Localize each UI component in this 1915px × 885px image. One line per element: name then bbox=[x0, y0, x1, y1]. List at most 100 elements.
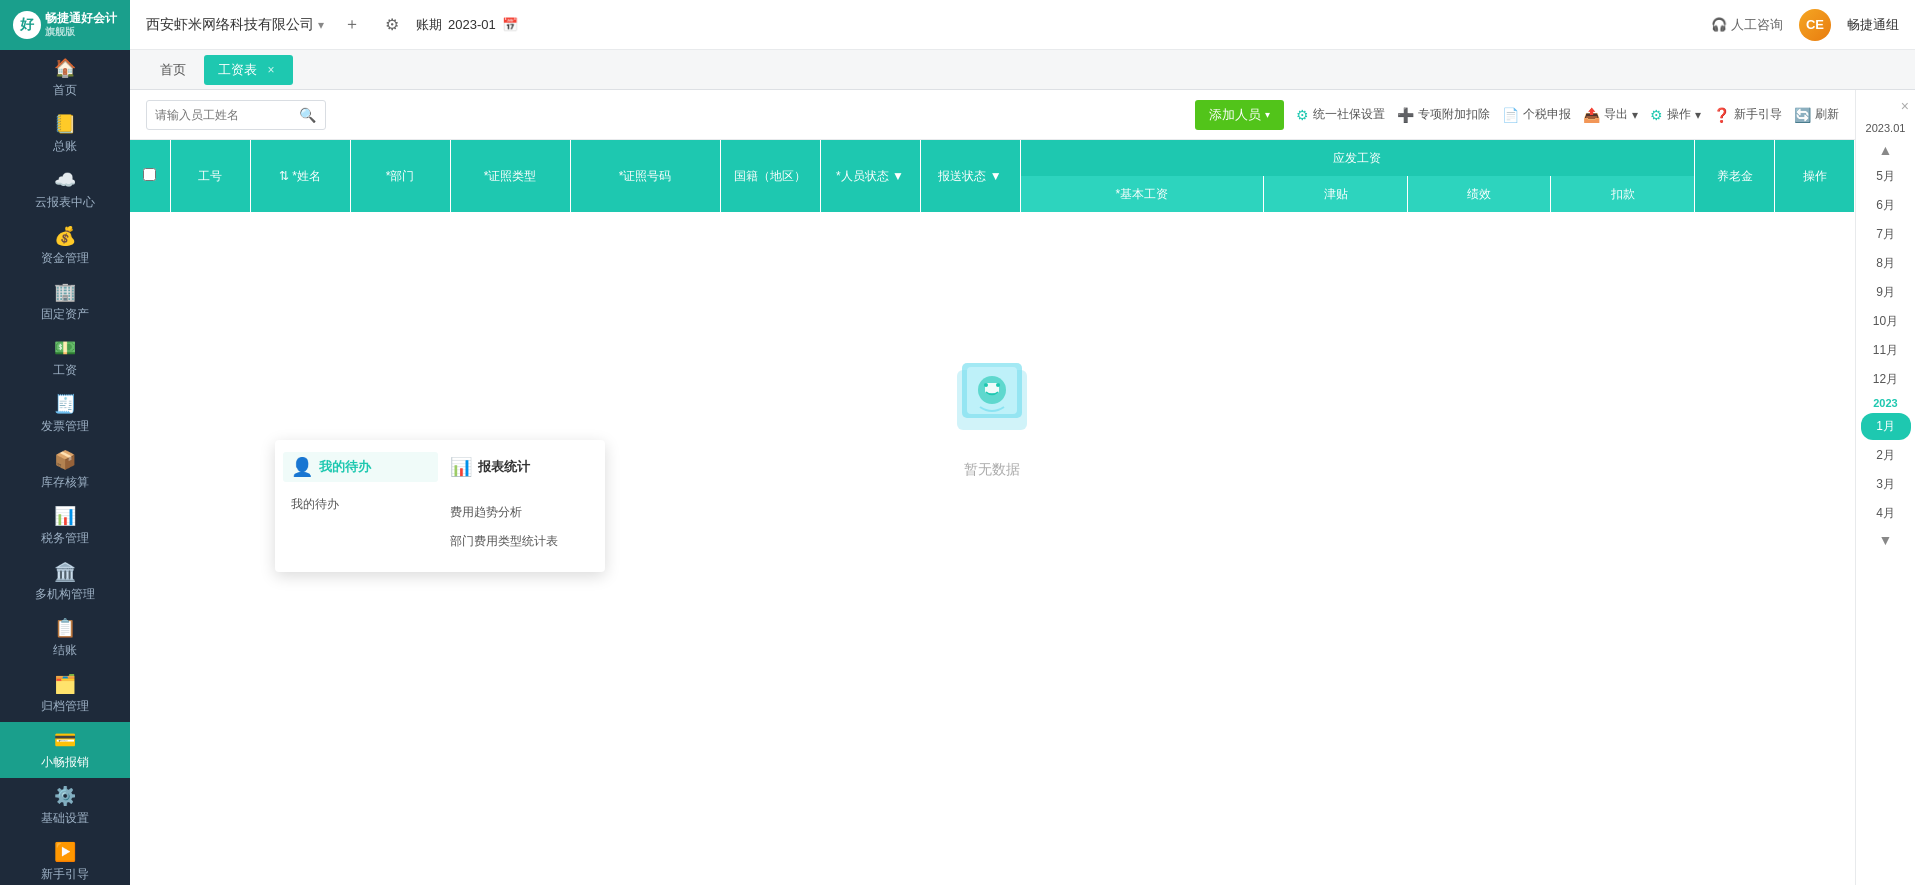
tab-home[interactable]: 首页 bbox=[146, 55, 200, 85]
th-status: *人员状态 ▼ bbox=[820, 140, 920, 212]
logo-icon: 好 bbox=[13, 11, 41, 39]
sidebar-item-tax[interactable]: 📊 税务管理 bbox=[0, 498, 130, 554]
user-avatar[interactable]: CE bbox=[1799, 9, 1831, 41]
guide-action[interactable]: ❓ 新手引导 bbox=[1713, 106, 1782, 123]
add-person-button[interactable]: 添加人员 ▾ bbox=[1195, 100, 1284, 130]
th-bonus: 绩效 bbox=[1407, 176, 1551, 212]
sidebar-item-invoice[interactable]: 🧾 发票管理 bbox=[0, 386, 130, 442]
topbar-right: 🎧 人工咨询 CE 畅捷通组 bbox=[1711, 9, 1899, 41]
sidebar-item-label: 首页 bbox=[53, 82, 77, 99]
sidebar-item-label: 小畅报销 bbox=[41, 754, 89, 771]
sidebar-item-label: 多机构管理 bbox=[35, 586, 95, 603]
calendar-icon[interactable]: 📅 bbox=[502, 17, 518, 32]
th-deduct: 扣款 bbox=[1551, 176, 1695, 212]
assets-icon: 🏢 bbox=[54, 281, 76, 303]
cal-month-5[interactable]: 5月 bbox=[1861, 163, 1911, 190]
cal-month-6[interactable]: 6月 bbox=[1861, 192, 1911, 219]
tax-icon: 📊 bbox=[54, 505, 76, 527]
cal-month-4[interactable]: 4月 bbox=[1861, 500, 1911, 527]
sidebar-item-ledger[interactable]: 📒 总账 bbox=[0, 106, 130, 162]
sidebar-item-finance[interactable]: 💰 资金管理 bbox=[0, 218, 130, 274]
popup-item-dept-cost[interactable]: 部门费用类型统计表 bbox=[450, 527, 589, 556]
company-selector[interactable]: 西安虾米网络科技有限公司 ▾ bbox=[146, 16, 324, 34]
add-company-button[interactable]: ＋ bbox=[338, 11, 366, 39]
sidebar-item-label: 工资 bbox=[53, 362, 77, 379]
th-subsidy: 津贴 bbox=[1264, 176, 1408, 212]
sidebar-item-stock[interactable]: 📦 库存核算 bbox=[0, 442, 130, 498]
cal-month-11[interactable]: 11月 bbox=[1861, 337, 1911, 364]
topbar: 西安虾米网络科技有限公司 ▾ ＋ ⚙ 账期 2023-01 📅 🎧 人工咨询 C… bbox=[130, 0, 1915, 50]
cal-month-12[interactable]: 12月 bbox=[1861, 366, 1911, 393]
finance-icon: 💰 bbox=[54, 225, 76, 247]
svg-point-6 bbox=[996, 383, 1000, 387]
settings-button[interactable]: ⚙ bbox=[378, 11, 406, 39]
refresh-action[interactable]: 🔄 刷新 bbox=[1794, 106, 1839, 123]
operate-action[interactable]: ⚙ 操作 ▾ bbox=[1650, 106, 1701, 123]
popup-col-todo: 👤 我的待办 我的待办 bbox=[291, 456, 430, 556]
svg-point-5 bbox=[984, 383, 988, 387]
sidebar-nav: 🏠 首页 📒 总账 ☁️ 云报表中心 💰 资金管理 🏢 固定资产 💵 工资 🧾 … bbox=[0, 50, 130, 885]
export-action[interactable]: 📤 导出 ▾ bbox=[1583, 106, 1638, 123]
cal-month-2[interactable]: 2月 bbox=[1861, 442, 1911, 469]
special-label: 专项附加扣除 bbox=[1418, 106, 1490, 123]
support-link[interactable]: 🎧 人工咨询 bbox=[1711, 16, 1783, 34]
tax-report-action[interactable]: 📄 个税申报 bbox=[1502, 106, 1571, 123]
toolbar-right: 添加人员 ▾ ⚙ 统一社保设置 ➕ 专项附加扣除 📄 个税申报 bbox=[1195, 100, 1839, 130]
cal-month-7[interactable]: 7月 bbox=[1861, 221, 1911, 248]
sidebar-item-archive[interactable]: 🗂️ 归档管理 bbox=[0, 666, 130, 722]
salary-toolbar: 🔍 添加人员 ▾ ⚙ 统一社保设置 ➕ 专项附加扣除 bbox=[130, 90, 1855, 140]
sidebar-item-label: 云报表中心 bbox=[35, 194, 95, 211]
cal-month-10[interactable]: 10月 bbox=[1861, 308, 1911, 335]
app-sub: 旗舰版 bbox=[45, 25, 117, 39]
username[interactable]: 畅捷通组 bbox=[1847, 16, 1899, 34]
th-report: 报送状态 ▼ bbox=[920, 140, 1020, 212]
sidebar-item-label: 资金管理 bbox=[41, 250, 89, 267]
sidebar-item-base[interactable]: ⚙️ 基础设置 bbox=[0, 778, 130, 834]
tab-close-icon[interactable]: × bbox=[263, 62, 279, 78]
social-security-action[interactable]: ⚙ 统一社保设置 bbox=[1296, 106, 1385, 123]
cal-prev-button[interactable]: ▲ bbox=[1874, 138, 1898, 162]
th-checkbox[interactable] bbox=[130, 140, 170, 212]
select-all-checkbox[interactable] bbox=[143, 168, 156, 181]
popup-item-todo[interactable]: 我的待办 bbox=[291, 490, 430, 519]
cal-next-button[interactable]: ▼ bbox=[1874, 528, 1898, 552]
expense-icon: 💳 bbox=[54, 729, 76, 751]
sidebar-item-closing[interactable]: 📋 结账 bbox=[0, 610, 130, 666]
th-number: 工号 bbox=[170, 140, 250, 212]
sidebar-item-multi[interactable]: 🏛️ 多机构管理 bbox=[0, 554, 130, 610]
export-chevron: ▾ bbox=[1632, 108, 1638, 122]
period-display: 账期 2023-01 📅 bbox=[416, 16, 518, 34]
sidebar-item-home[interactable]: 🏠 首页 bbox=[0, 50, 130, 106]
report-filter-icon[interactable]: ▼ bbox=[990, 169, 1002, 183]
period-value: 2023-01 bbox=[448, 17, 496, 32]
search-input[interactable] bbox=[155, 108, 295, 122]
todo-title-label: 我的待办 bbox=[319, 458, 371, 476]
cal-year-label: 2023 bbox=[1873, 394, 1897, 412]
invoice-icon: 🧾 bbox=[54, 393, 76, 415]
popup-col-report-title: 📊 报表统计 bbox=[450, 456, 589, 486]
status-filter-icon[interactable]: ▼ bbox=[892, 169, 904, 183]
sidebar-item-guide[interactable]: ▶️ 新手引导 bbox=[0, 834, 130, 885]
tax-report-label: 个税申报 bbox=[1523, 106, 1571, 123]
todo-col-icon: 👤 bbox=[291, 456, 313, 478]
sidebar-item-salary[interactable]: 💵 工资 bbox=[0, 330, 130, 386]
cal-month-9[interactable]: 9月 bbox=[1861, 279, 1911, 306]
popup-item-cost-trend[interactable]: 费用趋势分析 bbox=[450, 498, 589, 527]
close-panel-button[interactable]: × bbox=[1901, 98, 1909, 114]
operate-icon: ⚙ bbox=[1650, 107, 1663, 123]
sidebar-item-cloud[interactable]: ☁️ 云报表中心 bbox=[0, 162, 130, 218]
sidebar-item-expense[interactable]: 💳 小畅报销 bbox=[0, 722, 130, 778]
tab-salary[interactable]: 工资表 × bbox=[204, 55, 293, 85]
sidebar-item-label: 基础设置 bbox=[41, 810, 89, 827]
sidebar-item-assets[interactable]: 🏢 固定资产 bbox=[0, 274, 130, 330]
cal-month-8[interactable]: 8月 bbox=[1861, 250, 1911, 277]
sidebar-item-label: 税务管理 bbox=[41, 530, 89, 547]
popup-col-report: 📊 报表统计 费用趋势分析 部门费用类型统计表 bbox=[450, 456, 589, 556]
cal-month-3[interactable]: 3月 bbox=[1861, 471, 1911, 498]
special-deduction-action[interactable]: ➕ 专项附加扣除 bbox=[1397, 106, 1490, 123]
closing-icon: 📋 bbox=[54, 617, 76, 639]
base-icon: ⚙️ bbox=[54, 785, 76, 807]
multi-icon: 🏛️ bbox=[54, 561, 76, 583]
cal-month-1-active[interactable]: 1月 bbox=[1861, 413, 1911, 440]
sidebar-item-label: 总账 bbox=[53, 138, 77, 155]
